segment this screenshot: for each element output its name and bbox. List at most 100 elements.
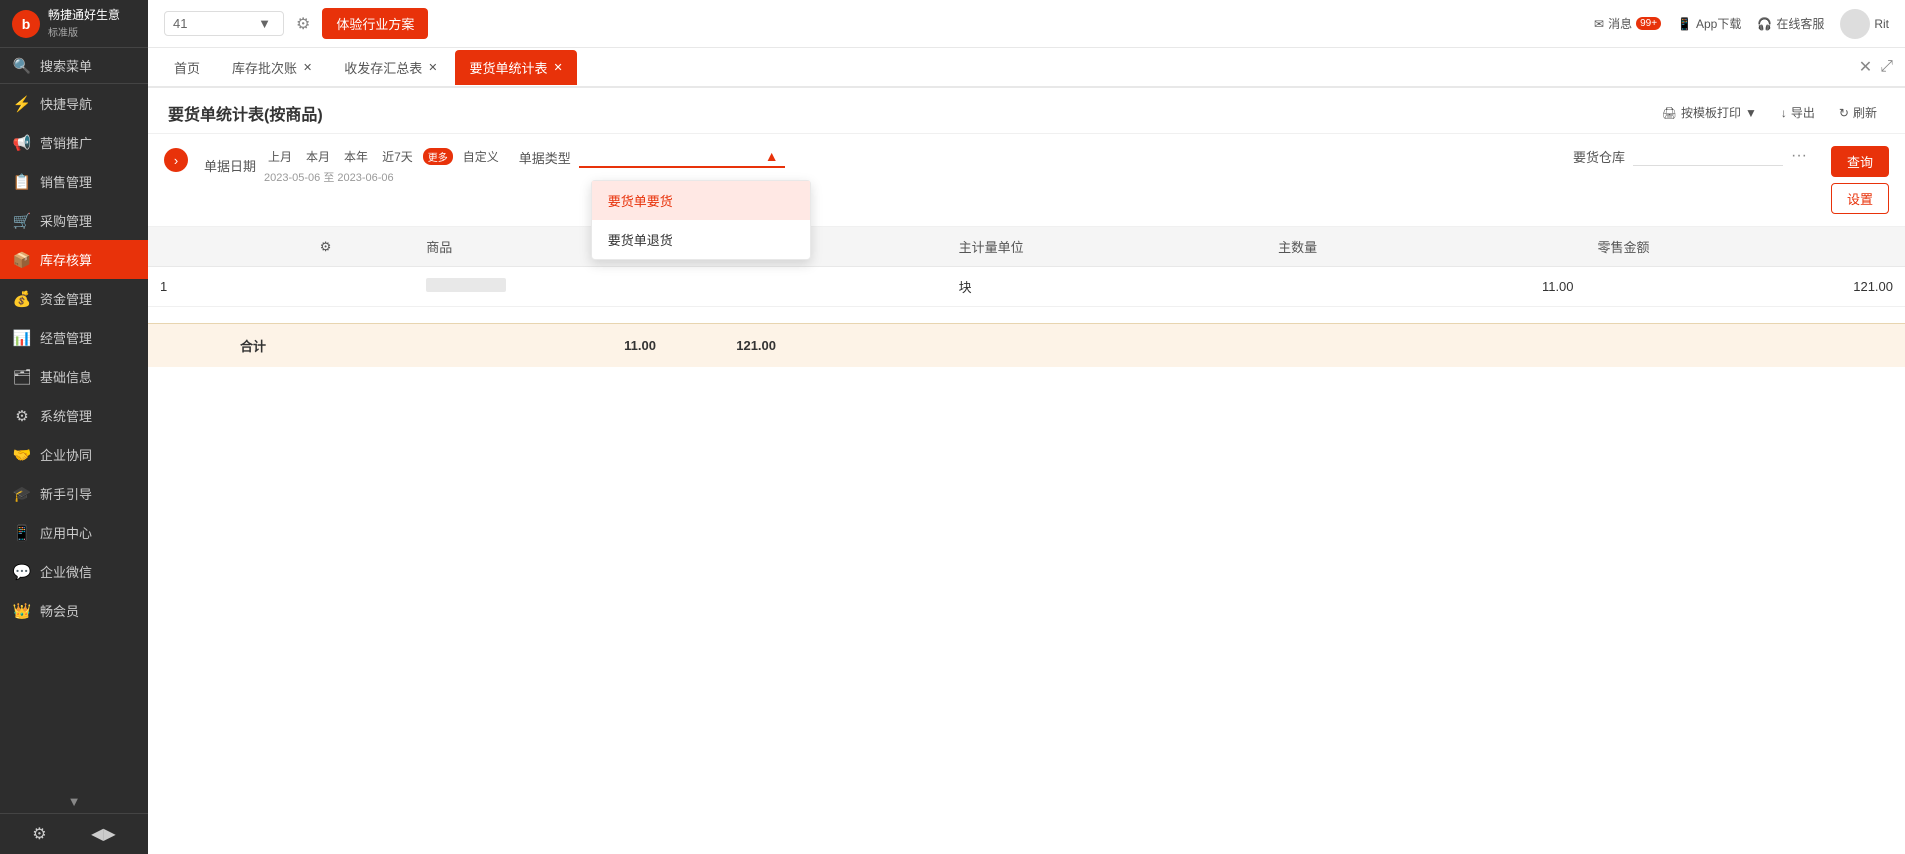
sidebar-item-app-center[interactable]: 📱 应用中心 (0, 513, 148, 552)
sidebar-item-label: 采购管理 (40, 211, 92, 230)
print-template-btn[interactable]: 🖨 按模板打印 ▼ (1654, 100, 1765, 125)
sidebar-item-quick-nav[interactable]: ⚡ 快捷导航 (0, 84, 148, 123)
tab-inventory-batch-close[interactable]: ✕ (303, 61, 312, 74)
gear-icon[interactable]: ⚙ (320, 239, 332, 254)
guide-icon: 🎓 (12, 485, 32, 503)
tabs-bar: 首页 库存批次账 ✕ 收发存汇总表 ✕ 要货单统计表 ✕ ✕ ⤢ (148, 48, 1905, 88)
sidebar-item-inventory[interactable]: 📦 库存核算 (0, 240, 148, 279)
collapse-icon[interactable]: ◀▶ (91, 824, 116, 844)
message-badge: 99+ (1636, 17, 1661, 30)
filter-more-icon[interactable]: ··· (1791, 147, 1807, 165)
sidebar-item-label: 库存核算 (40, 250, 92, 269)
wechat-icon: 💬 (12, 563, 32, 581)
filter-more-badge[interactable]: 更多 (423, 148, 453, 165)
settings-icon[interactable]: ⚙ (32, 824, 46, 844)
quick-nav-icon: ⚡ (12, 95, 32, 113)
company-value: 41 (173, 16, 187, 31)
company-selector[interactable]: 41 ▼ (164, 11, 284, 36)
type-selector[interactable]: ▲ (579, 146, 785, 168)
vip-icon: 👑 (12, 602, 32, 620)
filter-this-month[interactable]: 本月 (302, 146, 334, 167)
tab-order-summary[interactable]: 要货单统计表 ✕ (455, 50, 576, 85)
search-icon: 🔍 (12, 57, 32, 75)
sidebar-item-wechat[interactable]: 💬 企业微信 (0, 552, 148, 591)
table-header-row: ⚙ 商品 主计量单位 主数量 零售金额 (148, 227, 1905, 267)
sidebar-item-finance[interactable]: 💰 资金管理 (0, 279, 148, 318)
topbar-left: 41 ▼ ⚙ 体验行业方案 (164, 8, 428, 39)
sidebar-item-purchase[interactable]: 🛒 采购管理 (0, 201, 148, 240)
col-header-gear[interactable]: ⚙ (308, 227, 414, 267)
print-chevron-icon: ▼ (1745, 106, 1757, 120)
filter-this-year[interactable]: 本年 (340, 146, 372, 167)
export-btn[interactable]: ↓ 导出 (1773, 100, 1823, 125)
trial-btn[interactable]: 体验行业方案 (322, 8, 428, 39)
table-row: 1 块 11.00 121.00 (148, 267, 1905, 307)
sidebar-item-label: 销售管理 (40, 172, 92, 191)
sidebar-item-enterprise[interactable]: 🤝 企业协同 (0, 435, 148, 474)
filter-actions: 查询 设置 (1831, 146, 1889, 214)
app-download-label: App下载 (1696, 15, 1741, 32)
tab-order-summary-label: 要货单统计表 (469, 58, 547, 77)
close-all-icon[interactable]: ✕ (1859, 57, 1872, 77)
sidebar-item-label: 基础信息 (40, 367, 92, 386)
tab-receivable-summary-close[interactable]: ✕ (428, 61, 437, 74)
refresh-btn[interactable]: ↻ 刷新 (1831, 100, 1885, 125)
sidebar-item-label: 企业协同 (40, 445, 92, 464)
tab-inventory-batch[interactable]: 库存批次账 ✕ (218, 50, 326, 85)
settings-btn[interactable]: 设置 (1831, 183, 1889, 214)
tabs-actions: ✕ ⤢ (1859, 57, 1893, 77)
sidebar-search[interactable]: 🔍 搜索菜单 (0, 48, 148, 84)
app-download-btn[interactable]: 📱 App下载 (1677, 15, 1741, 32)
filter-last-month[interactable]: 上月 (264, 146, 296, 167)
filter-toggle-btn[interactable]: › (164, 148, 188, 172)
tab-order-summary-close[interactable]: ✕ (554, 61, 563, 74)
app-center-icon: 📱 (12, 524, 32, 542)
sidebar-item-label: 经营管理 (40, 328, 92, 347)
expand-icon[interactable]: ⤢ (1880, 58, 1893, 76)
date-label: 单据日期 (204, 156, 256, 175)
app-sub: 标准版 (48, 24, 120, 39)
type-dropdown: 要货单要货 要货单退货 (591, 180, 811, 260)
online-service-btn[interactable]: 🎧 在线客服 (1757, 15, 1824, 32)
table-footer: 合计 11.00 121.00 (148, 323, 1905, 367)
user-avatar-area[interactable]: Rit (1840, 9, 1889, 39)
type-input[interactable] (585, 149, 765, 164)
tab-home-label: 首页 (174, 58, 200, 77)
filter-last-7-days[interactable]: 近7天 (378, 146, 417, 167)
query-btn[interactable]: 查询 (1831, 146, 1889, 177)
dropdown-item-order-order[interactable]: 要货单要货 (592, 181, 810, 220)
avatar (1840, 9, 1870, 39)
system-icon: ⚙ (12, 407, 32, 425)
sidebar-item-label: 资金管理 (40, 289, 92, 308)
marketing-icon: 📢 (12, 134, 32, 152)
col-header-amount: 零售金额 (1586, 227, 1905, 267)
topbar-gear-icon[interactable]: ⚙ (296, 14, 310, 34)
export-label: 导出 (1791, 104, 1815, 121)
tab-receivable-summary[interactable]: 收发存汇总表 ✕ (330, 50, 451, 85)
inventory-icon: 📦 (12, 251, 32, 269)
warehouse-input[interactable] (1639, 148, 1777, 163)
sidebar-item-sales[interactable]: 📋 销售管理 (0, 162, 148, 201)
tab-home[interactable]: 首页 (160, 50, 214, 85)
sidebar-scroll-down[interactable]: ▼ (0, 790, 148, 813)
dropdown-item-order-return[interactable]: 要货单退货 (592, 220, 810, 259)
filter-bar: › 单据日期 上月 本月 本年 近7天 更多 自定义 2023-05-06 至 … (148, 134, 1905, 227)
filter-custom[interactable]: 自定义 (459, 146, 503, 167)
sidebar-item-guide[interactable]: 🎓 新手引导 (0, 474, 148, 513)
sidebar-item-label: 新手引导 (40, 484, 92, 503)
message-label: 消息 (1608, 15, 1632, 32)
message-btn[interactable]: ✉ 消息 99+ (1594, 15, 1661, 32)
sidebar-item-operations[interactable]: 📊 经营管理 (0, 318, 148, 357)
warehouse-label: 要货仓库 (1573, 147, 1625, 166)
filter-warehouse-group: 要货仓库 ··· (1573, 146, 1807, 166)
type-arrow-icon[interactable]: ▲ (765, 148, 779, 164)
type-label: 单据类型 (519, 148, 571, 167)
sidebar-item-vip[interactable]: 👑 畅会员 (0, 591, 148, 630)
sidebar-item-marketing[interactable]: 📢 营销推广 (0, 123, 148, 162)
page-actions: 🖨 按模板打印 ▼ ↓ 导出 ↻ 刷新 (1654, 100, 1885, 125)
chevron-down-icon: ▼ (258, 16, 271, 31)
sidebar-item-system[interactable]: ⚙ 系统管理 (0, 396, 148, 435)
warehouse-selector[interactable] (1633, 146, 1783, 166)
sidebar-item-basic[interactable]: 🗂 基础信息 (0, 357, 148, 396)
footer-qty: 11.00 (548, 338, 668, 353)
